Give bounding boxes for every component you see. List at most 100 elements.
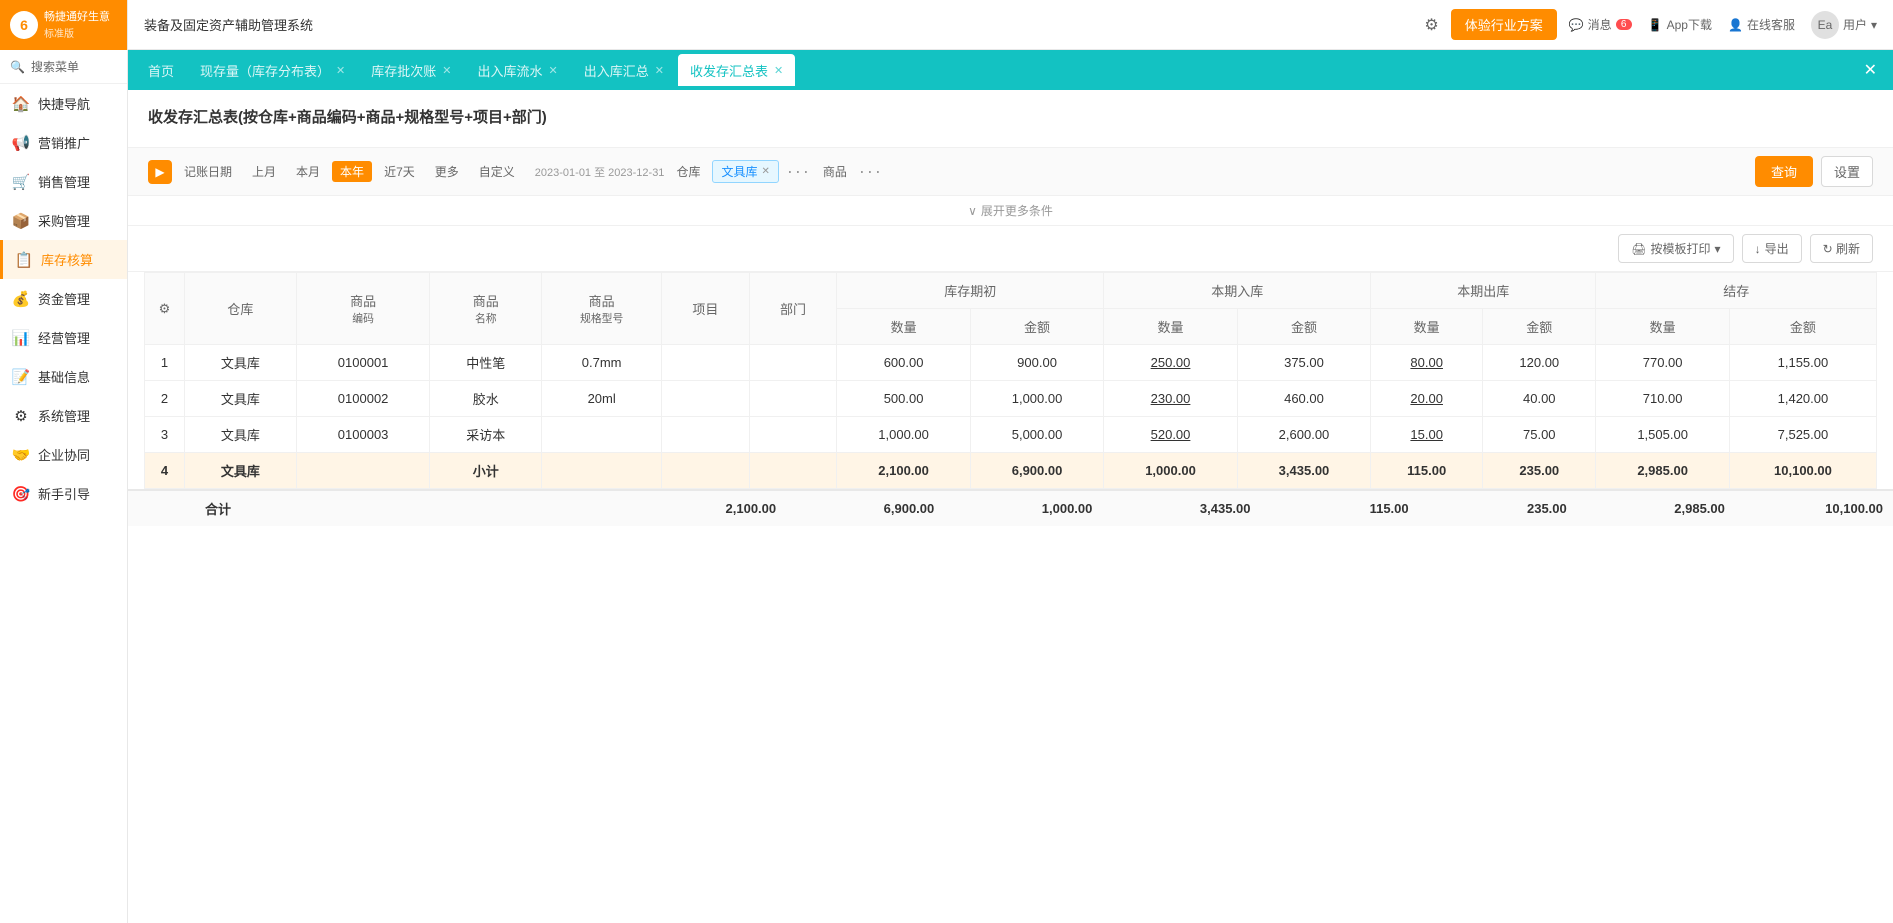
tab-inout-flow[interactable]: 出入库流水 ✕ [465,54,569,86]
online-service-btn[interactable]: 👤 在线客服 [1728,16,1795,33]
sidebar-item-system[interactable]: ⚙ 系统管理 [0,396,127,435]
sidebar-header: 6 畅捷通好生意 标准版 [0,0,127,50]
tab-stock-distribution[interactable]: 现存量（库存分布表） ✕ [188,54,357,86]
sidebar-item-operations[interactable]: 📊 经营管理 [0,318,127,357]
row-out-qty[interactable]: 15.00 [1371,417,1483,453]
row-out-qty[interactable]: 20.00 [1371,381,1483,417]
row-in-amount: 375.00 [1237,345,1370,381]
tabs-close-all-btn[interactable]: ✕ [1856,60,1885,80]
tab-receive-send-label: 收发存汇总表 [690,61,768,80]
tab-receive-send[interactable]: 收发存汇总表 ✕ [678,54,795,86]
row-in-qty-link[interactable]: 520.00 [1151,427,1191,442]
filter-settings-btn[interactable]: 设置 [1821,156,1873,187]
tab-stock-dist-close[interactable]: ✕ [336,64,345,77]
inventory-icon: 📋 [15,251,33,269]
sidebar-item-guide[interactable]: 🎯 新手引导 [0,474,127,513]
tab-inout-flow-close[interactable]: ✕ [549,64,558,77]
main-area: 装备及固定资产辅助管理系统 ⚙ 体验行业方案 💬 消息 6 📱 App下载 👤 … [128,0,1893,923]
tab-batch-account[interactable]: 库存批次账 ✕ [359,54,463,86]
row-in-amount: 2,600.00 [1237,417,1370,453]
trial-btn[interactable]: 体验行业方案 [1451,9,1557,40]
row-in-qty[interactable]: 230.00 [1104,381,1237,417]
app-download-btn[interactable]: 📱 App下载 [1648,16,1712,33]
th-in-group: 本期入库 [1104,273,1371,309]
row-out-qty: 115.00 [1371,453,1483,489]
date-btn-7days[interactable]: 近7天 [376,161,423,182]
row-in-qty-link[interactable]: 230.00 [1151,391,1191,406]
query-btn[interactable]: 查询 [1755,156,1813,187]
app-edition: 标准版 [44,25,110,40]
row-goods-code [296,453,430,489]
row-goods-name: 胶水 [430,381,542,417]
sidebar-item-enterprise[interactable]: 🤝 企业协同 [0,435,127,474]
sidebar-item-purchase[interactable]: 📦 采购管理 [0,201,127,240]
row-out-qty-link[interactable]: 20.00 [1410,391,1443,406]
page-header: 收发存汇总表(按仓库+商品编码+商品+规格型号+项目+部门) [128,90,1893,148]
tab-inout-summary-close[interactable]: ✕ [655,64,664,77]
th-goods-code: 商品编码 [296,273,430,345]
home-icon: 🏠 [12,95,30,113]
sidebar-search[interactable]: 🔍 搜索菜单 [0,50,127,84]
tab-receive-send-close[interactable]: ✕ [774,64,783,77]
table-body: 1文具库0100001中性笔0.7mm600.00900.00250.00375… [145,345,1877,489]
sidebar: 6 畅捷通好生意 标准版 🔍 搜索菜单 🏠 快捷导航 📢 营销推广 🛒 销售管理… [0,0,128,923]
purchase-icon: 📦 [12,212,30,230]
row-in-qty[interactable]: 250.00 [1104,345,1237,381]
user-avatar: Ea [1811,11,1839,39]
settings-icon[interactable]: ⚙ [1424,15,1438,35]
table-head: ⚙ 仓库 商品编码 商品名称 商品规格型号 项目 部门 库存期初 本期入库 本期… [145,273,1877,345]
row-num: 4 [145,453,185,489]
goods-more-btn[interactable]: ··· [859,161,883,182]
row-in-qty-link[interactable]: 250.00 [1151,355,1191,370]
row-closing-qty: 770.00 [1596,345,1729,381]
warehouse-tag-close[interactable]: ✕ [761,166,769,177]
warehouse-more-btn[interactable]: ··· [787,161,811,182]
row-closing-qty: 710.00 [1596,381,1729,417]
expand-conditions-btn[interactable]: ∨ 展开更多条件 [968,202,1053,219]
sidebar-item-marketing[interactable]: 📢 营销推广 [0,123,127,162]
sidebar-item-finance[interactable]: 💰 资金管理 [0,279,127,318]
row-out-qty[interactable]: 80.00 [1371,345,1483,381]
row-num: 3 [145,417,185,453]
date-btn-more[interactable]: 更多 [427,161,467,182]
footer-label: 合计 [178,499,258,518]
sidebar-item-quick-nav[interactable]: 🏠 快捷导航 [0,84,127,123]
footer-in-amount: 3,435.00 [1092,501,1250,516]
guide-icon: 🎯 [12,485,30,503]
app-download-label: App下载 [1667,16,1712,33]
export-btn[interactable]: ↓ 导出 [1742,234,1802,263]
row-num: 2 [145,381,185,417]
row-goods-name: 小计 [430,453,542,489]
warehouse-tag[interactable]: 文具库 ✕ [712,160,778,183]
row-warehouse: 文具库 [185,381,297,417]
row-in-qty[interactable]: 520.00 [1104,417,1237,453]
filter-toggle-btn[interactable]: ▶ [148,160,172,184]
row-out-qty-link[interactable]: 15.00 [1410,427,1443,442]
tab-inout-summary[interactable]: 出入库汇总 ✕ [572,54,676,86]
sidebar-item-label: 销售管理 [38,172,90,191]
th-out-qty: 数量 [1371,309,1483,345]
date-btn-custom[interactable]: 自定义 [471,161,523,182]
tab-batch-label: 库存批次账 [371,61,436,80]
user-menu[interactable]: Ea 用户 ▾ [1811,11,1877,39]
date-btn-this-month[interactable]: 本月 [288,161,328,182]
table-row: 3文具库0100003采访本1,000.005,000.00520.002,60… [145,417,1877,453]
row-opening-qty: 2,100.00 [837,453,970,489]
tab-home[interactable]: 首页 [136,54,186,86]
sidebar-item-label: 采购管理 [38,211,90,230]
sidebar-item-inventory[interactable]: 📋 库存核算 [0,240,127,279]
messages-btn[interactable]: 💬 消息 6 [1569,16,1632,33]
table-header-row-1: ⚙ 仓库 商品编码 商品名称 商品规格型号 项目 部门 库存期初 本期入库 本期… [145,273,1877,309]
row-out-qty-link[interactable]: 80.00 [1410,355,1443,370]
messages-label: 消息 [1588,16,1612,33]
print-btn[interactable]: 🖨 按模板打印 ▾ [1618,234,1733,263]
refresh-btn[interactable]: ↻ 刷新 [1810,234,1873,263]
table-settings-icon[interactable]: ⚙ [145,273,185,345]
row-closing-amount: 1,420.00 [1729,381,1876,417]
tab-batch-close[interactable]: ✕ [442,64,451,77]
sidebar-item-basics[interactable]: 📝 基础信息 [0,357,127,396]
date-btn-this-year[interactable]: 本年 [332,161,372,182]
date-btn-last-month[interactable]: 上月 [244,161,284,182]
sidebar-item-sales[interactable]: 🛒 销售管理 [0,162,127,201]
sidebar-item-label: 经营管理 [38,328,90,347]
